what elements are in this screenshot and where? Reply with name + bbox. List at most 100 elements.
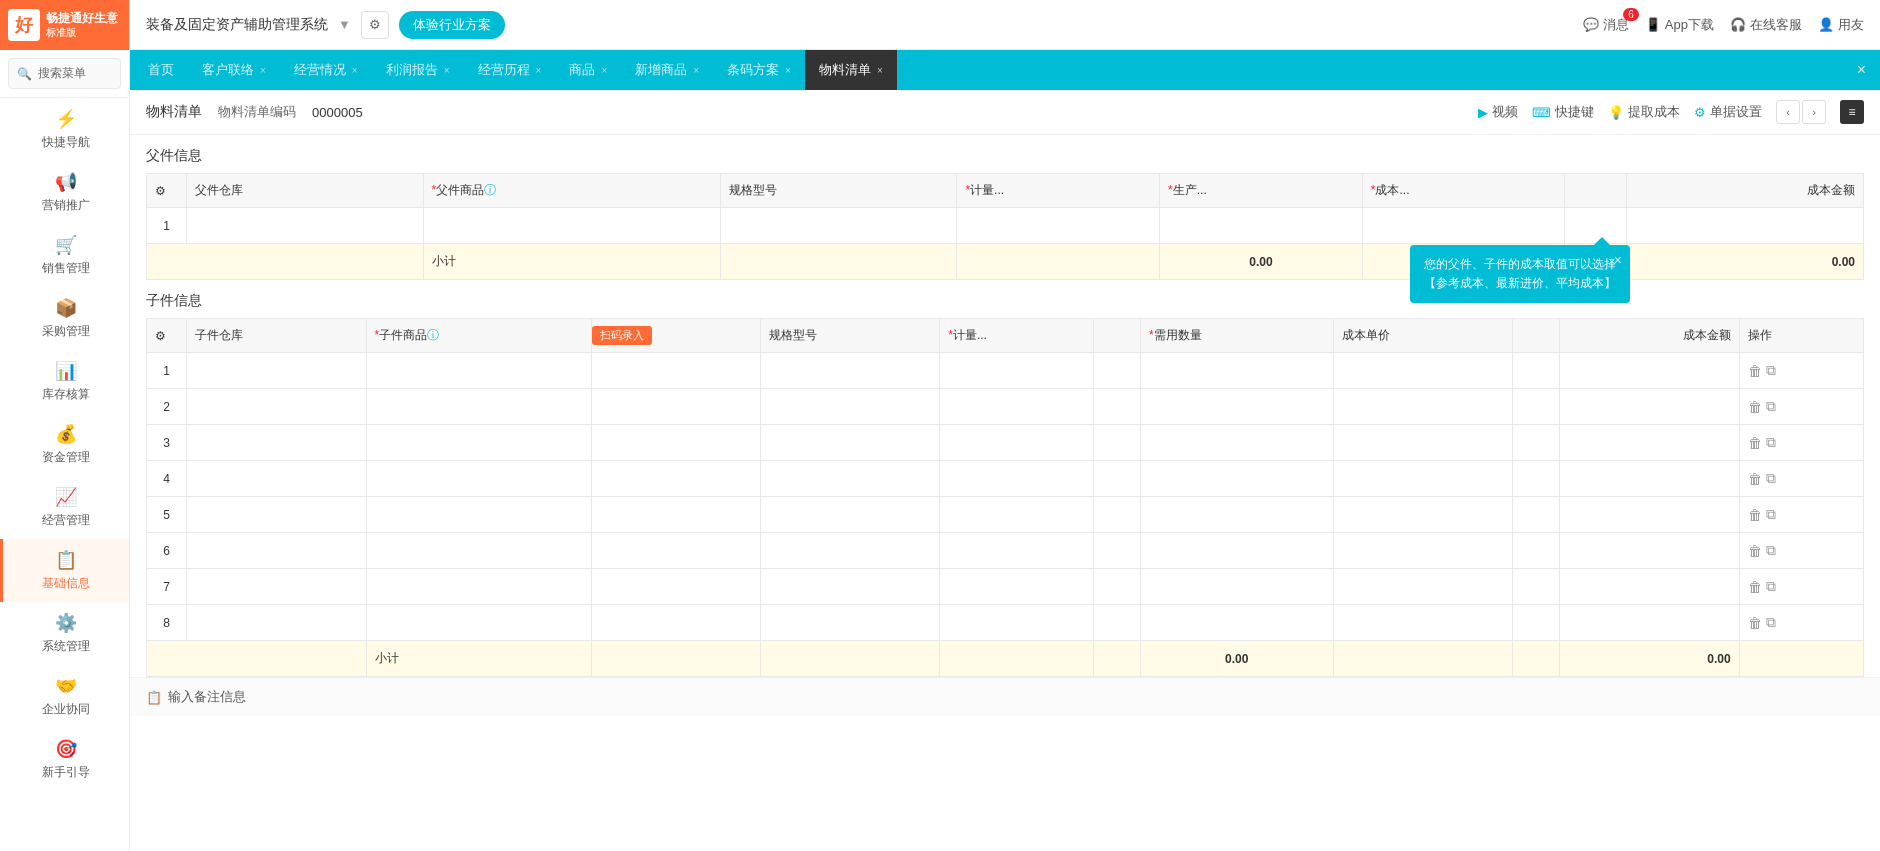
child-row-4-unit-cost[interactable] <box>1333 461 1513 497</box>
sidebar-item-marketing[interactable]: 📢 营销推广 <box>0 161 129 224</box>
delete-icon-8[interactable]: 🗑 <box>1748 615 1762 631</box>
child-row-7-unit-cost[interactable] <box>1333 569 1513 605</box>
system-dropdown[interactable]: ▼ <box>338 17 351 32</box>
child-row-8-unit-cost[interactable] <box>1333 605 1513 641</box>
tab-goods[interactable]: 商品 × <box>555 50 621 90</box>
child-row-5-unit[interactable] <box>940 497 1094 533</box>
child-row-3-unit-cost[interactable] <box>1333 425 1513 461</box>
delete-icon-6[interactable]: 🗑 <box>1748 543 1762 559</box>
child-row-2-unit[interactable] <box>940 389 1094 425</box>
child-row-8-goods[interactable] <box>366 605 592 641</box>
copy-icon-4[interactable]: ⧉ <box>1766 470 1776 487</box>
tab-profit[interactable]: 利润报告 × <box>372 50 464 90</box>
app-download-button[interactable]: 📱 App下载 <box>1645 16 1714 34</box>
tab-goods-close[interactable]: × <box>601 65 607 76</box>
child-row-7-warehouse[interactable] <box>187 569 367 605</box>
sidebar-item-sales[interactable]: 🛒 销售管理 <box>0 224 129 287</box>
tab-barcode[interactable]: 条码方案 × <box>713 50 805 90</box>
child-row-5-goods[interactable] <box>366 497 592 533</box>
parent-row-1-produce[interactable] <box>1160 208 1363 244</box>
child-row-2-goods[interactable] <box>366 389 592 425</box>
tab-history-close[interactable]: × <box>536 65 542 76</box>
child-row-1-warehouse[interactable] <box>187 353 367 389</box>
child-row-1-unit[interactable] <box>940 353 1094 389</box>
parent-row-1-warehouse[interactable] <box>187 208 424 244</box>
parent-row-1-goods[interactable] <box>423 208 720 244</box>
child-row-1-spec[interactable] <box>760 353 940 389</box>
sidebar-item-finance[interactable]: 💰 资金管理 <box>0 413 129 476</box>
copy-icon-7[interactable]: ⧉ <box>1766 578 1776 595</box>
message-button[interactable]: 💬 消息 6 <box>1583 16 1629 34</box>
delete-icon-3[interactable]: 🗑 <box>1748 435 1762 451</box>
delete-icon-5[interactable]: 🗑 <box>1748 507 1762 523</box>
add-note-button[interactable]: 📋 输入备注信息 <box>146 688 246 706</box>
child-row-2-unit-cost[interactable] <box>1333 389 1513 425</box>
tab-bom-close[interactable]: × <box>877 65 883 76</box>
tab-new-goods[interactable]: 新增商品 × <box>621 50 713 90</box>
tab-barcode-close[interactable]: × <box>785 65 791 76</box>
sidebar-item-basic-info[interactable]: 📋 基础信息 <box>0 539 129 602</box>
child-row-7-goods[interactable] <box>366 569 592 605</box>
child-row-6-unit-cost[interactable] <box>1333 533 1513 569</box>
sidebar-item-enterprise[interactable]: 🤝 企业协同 <box>0 665 129 728</box>
child-row-4-spec[interactable] <box>760 461 940 497</box>
tab-profit-close[interactable]: × <box>444 65 450 76</box>
next-page-button[interactable]: › <box>1802 100 1826 124</box>
child-row-6-qty[interactable] <box>1141 533 1333 569</box>
tab-home[interactable]: 首页 <box>134 50 188 90</box>
scan-input-button[interactable]: 扫码录入 <box>592 326 652 345</box>
view-action[interactable]: ▶ 视频 <box>1478 103 1518 121</box>
online-service-button[interactable]: 🎧 在线客服 <box>1730 16 1802 34</box>
child-row-4-goods[interactable] <box>366 461 592 497</box>
child-row-2-warehouse[interactable] <box>187 389 367 425</box>
sidebar-item-quick-nav[interactable]: ⚡ 快捷导航 <box>0 98 129 161</box>
child-row-8-qty[interactable] <box>1141 605 1333 641</box>
tab-history[interactable]: 经营历程 × <box>464 50 556 90</box>
tab-operations[interactable]: 经营情况 × <box>280 50 372 90</box>
copy-icon-3[interactable]: ⧉ <box>1766 434 1776 451</box>
child-row-4-warehouse[interactable] <box>187 461 367 497</box>
close-all-tabs[interactable]: × <box>1847 61 1876 79</box>
child-row-1-unit-cost[interactable] <box>1333 353 1513 389</box>
extract-cost-action[interactable]: 💡 提取成本 <box>1608 103 1680 121</box>
table-settings-button[interactable]: ≡ <box>1840 100 1864 124</box>
child-row-5-unit-cost[interactable] <box>1333 497 1513 533</box>
user-button[interactable]: 👤 用友 <box>1818 16 1864 34</box>
child-row-6-warehouse[interactable] <box>187 533 367 569</box>
parent-row-1-spec[interactable] <box>720 208 957 244</box>
child-row-3-goods[interactable] <box>366 425 592 461</box>
single-settings-action[interactable]: ⚙ 单据设置 <box>1694 103 1762 121</box>
child-row-2-spec[interactable] <box>760 389 940 425</box>
child-row-6-spec[interactable] <box>760 533 940 569</box>
sidebar-item-operations[interactable]: 📈 经营管理 <box>0 476 129 539</box>
child-row-5-spec[interactable] <box>760 497 940 533</box>
parent-row-1-cost[interactable] <box>1362 208 1565 244</box>
delete-icon-2[interactable]: 🗑 <box>1748 399 1762 415</box>
tab-new-goods-close[interactable]: × <box>693 65 699 76</box>
prev-page-button[interactable]: ‹ <box>1776 100 1800 124</box>
tab-customer[interactable]: 客户联络 × <box>188 50 280 90</box>
experience-button[interactable]: 体验行业方案 <box>399 11 505 39</box>
child-row-8-spec[interactable] <box>760 605 940 641</box>
child-row-3-qty[interactable] <box>1141 425 1333 461</box>
child-row-1-qty[interactable] <box>1141 353 1333 389</box>
child-col-settings[interactable]: ⚙ <box>147 319 187 353</box>
delete-icon-7[interactable]: 🗑 <box>1748 579 1762 595</box>
tab-operations-close[interactable]: × <box>352 65 358 76</box>
delete-icon-1[interactable]: 🗑 <box>1748 363 1762 379</box>
copy-icon-2[interactable]: ⧉ <box>1766 398 1776 415</box>
sidebar-item-system[interactable]: ⚙️ 系统管理 <box>0 602 129 665</box>
parent-row-1-unit[interactable] <box>957 208 1160 244</box>
child-row-5-warehouse[interactable] <box>187 497 367 533</box>
child-row-6-goods[interactable] <box>366 533 592 569</box>
child-row-7-unit[interactable] <box>940 569 1094 605</box>
child-row-7-spec[interactable] <box>760 569 940 605</box>
delete-icon-4[interactable]: 🗑 <box>1748 471 1762 487</box>
sidebar-item-guide[interactable]: 🎯 新手引导 <box>0 728 129 791</box>
sidebar-item-purchase[interactable]: 📦 采购管理 <box>0 287 129 350</box>
copy-icon-1[interactable]: ⧉ <box>1766 362 1776 379</box>
shortcut-action[interactable]: ⌨ 快捷键 <box>1532 103 1594 121</box>
tooltip-close-button[interactable]: × <box>1614 249 1622 271</box>
child-row-7-qty[interactable] <box>1141 569 1333 605</box>
child-row-1-goods[interactable] <box>366 353 592 389</box>
